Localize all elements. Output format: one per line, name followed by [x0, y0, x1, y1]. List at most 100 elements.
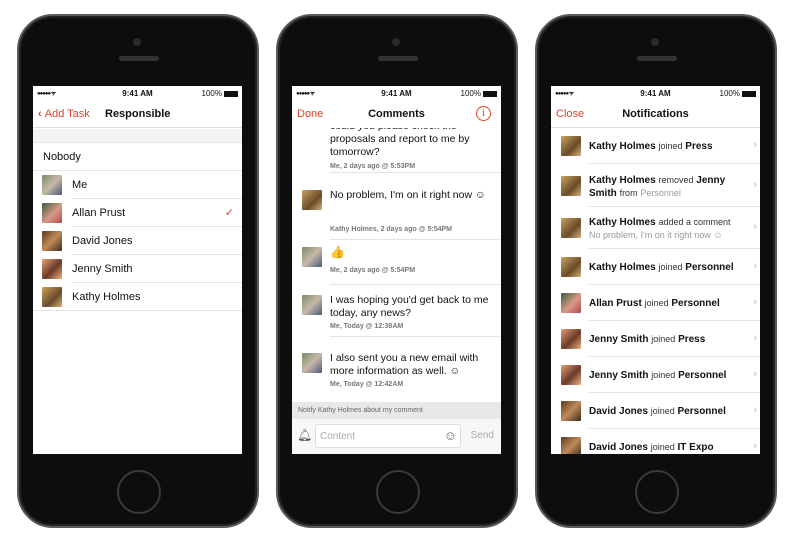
chevron-right-icon: ›: [753, 296, 757, 308]
person-name: Me: [72, 179, 88, 191]
divider: [330, 284, 501, 285]
comment-text: I was hoping you'd get back to me today,…: [330, 294, 489, 319]
person-row[interactable]: Kathy Holmes: [33, 283, 242, 311]
notification-row[interactable]: Kathy Holmes removed Jenny Smith from Pe…: [551, 164, 760, 207]
battery-icon: [742, 90, 756, 97]
notification-row[interactable]: Kathy Holmes added a comment No problem,…: [551, 207, 760, 249]
emoji-icon[interactable]: ☺: [444, 428, 457, 443]
comment-meta: Me, 2 days ago @ 5:54PM: [330, 267, 416, 274]
avatar: [302, 353, 322, 373]
actor: Kathy Holmes: [589, 262, 656, 273]
chevron-right-icon: ›: [753, 440, 757, 452]
verb: joined: [651, 370, 676, 380]
avatar: [561, 437, 581, 454]
comment: could you please check the proposals and…: [292, 128, 501, 174]
notification-row[interactable]: Kathy Holmes joined Personnel ›: [551, 249, 760, 285]
comment-meta: Me, 2 days ago @ 5:53PM: [330, 163, 416, 170]
object: Personnel: [671, 298, 720, 309]
nav-bar: ‹ Add Task Responsible: [33, 100, 242, 128]
comment-text: could you please check the proposals and…: [330, 128, 470, 158]
page-title: Responsible: [105, 108, 171, 120]
screen: ●●●●● ᯤ 9:41 AM 100% ‹ Add Task Responsibl…: [33, 86, 242, 454]
notification-row[interactable]: Allan Prust joined Personnel ›: [551, 285, 760, 321]
verb: joined: [644, 298, 669, 308]
phone-responsible: ●●●●● ᯤ 9:41 AM 100% ‹ Add Task Responsibl…: [17, 14, 259, 528]
avatar: [561, 257, 581, 277]
phone-comments: ●●●●● ᯤ9:41 AM100% Done Comments i could…: [276, 14, 518, 528]
status-bar: ●●●●● ᯤ 9:41 AM 100%: [551, 86, 760, 100]
notification-row[interactable]: Jenny Smith joined Press ›: [551, 321, 760, 357]
notify-toggle[interactable]: Notify Kathy Holmes about my comment: [292, 402, 501, 419]
status-bar: ●●●●● ᯤ 9:41 AM 100%: [292, 86, 501, 100]
camera: [392, 38, 400, 46]
nav-bar: Done Comments i: [292, 100, 501, 128]
comment-meta: Me, Today @ 12:42AM: [330, 381, 404, 388]
home-button[interactable]: [635, 470, 679, 514]
avatar: [42, 259, 62, 279]
person-row[interactable]: Allan Prust ✓: [42, 199, 242, 227]
object: Personnel: [685, 262, 734, 273]
page-title: Comments: [368, 108, 425, 120]
comment: No problem, I'm on it right now ☺ Kathy H…: [292, 183, 501, 243]
notification-text: Allan Prust joined Personnel: [589, 297, 746, 310]
notification-row[interactable]: Jenny Smith joined Personnel ›: [551, 357, 760, 393]
comment: I also sent you a new email with more in…: [292, 346, 501, 402]
avatar: [302, 190, 322, 210]
comment-list[interactable]: could you please check the proposals and…: [292, 128, 501, 402]
actor: David Jones: [589, 442, 648, 453]
comment-meta: Kathy Holmes, 2 days ago @ 5:54PM: [330, 226, 452, 233]
notification-text: David Jones joined IT Expo: [589, 441, 746, 454]
notification-row[interactable]: David Jones joined Personnel ›: [551, 393, 760, 429]
person-name: Jenny Smith: [72, 263, 133, 275]
object: IT Expo: [677, 442, 714, 453]
person-row[interactable]: Jenny Smith: [42, 255, 242, 283]
actor: David Jones: [589, 406, 648, 417]
comment-text: 👍: [330, 245, 345, 259]
actor: Allan Prust: [589, 298, 642, 309]
nav-bar: Close Notifications: [551, 100, 760, 128]
detail: No problem, I'm on it right now ☺: [589, 230, 723, 240]
speaker: [378, 56, 418, 61]
comment-input[interactable]: Content ☺: [315, 424, 461, 448]
notification-text: Kathy Holmes joined Personnel: [589, 261, 746, 274]
avatar: [42, 231, 62, 251]
comment: I was hoping you'd get back to me today,…: [292, 288, 501, 348]
composer: 🔔︎ Content ☺ Send: [292, 419, 501, 454]
object: Press: [678, 334, 706, 345]
home-button[interactable]: [117, 470, 161, 514]
notification-text: Kathy Holmes joined Press: [589, 140, 746, 153]
back-button[interactable]: ‹ Add Task: [38, 108, 90, 120]
comment-text: No problem, I'm on it right now ☺: [330, 189, 486, 201]
battery-icon: [224, 90, 238, 97]
notification-row[interactable]: David Jones joined IT Expo ›: [551, 429, 760, 454]
screen: ●●●●● ᯤ9:41 AM100% Done Comments i could…: [292, 86, 501, 454]
avatar: [561, 401, 581, 421]
home-button[interactable]: [376, 470, 420, 514]
notification-text: Kathy Holmes removed Jenny Smith from Pe…: [589, 174, 746, 200]
page-title: Notifications: [622, 108, 689, 120]
bell-icon[interactable]: 🔔︎: [297, 428, 312, 442]
verb: added a comment: [658, 217, 731, 227]
notification-row[interactable]: Kathy Holmes joined Press ›: [551, 128, 760, 164]
object: Personnel: [677, 406, 726, 417]
chevron-right-icon: ›: [753, 332, 757, 344]
option-nobody[interactable]: Nobody: [33, 143, 242, 171]
person-name: David Jones: [72, 235, 133, 247]
camera: [651, 38, 659, 46]
divider: [330, 336, 501, 337]
avatar: [302, 295, 322, 315]
avatar: [561, 136, 581, 156]
phone-notifications: ●●●●● ᯤ 9:41 AM 100% Close Notifications K…: [535, 14, 777, 528]
send-button[interactable]: Send: [471, 430, 494, 441]
notification-text: Kathy Holmes added a comment No problem,…: [589, 216, 746, 242]
info-icon[interactable]: i: [476, 106, 491, 121]
verb: from: [619, 187, 638, 198]
actor: Kathy Holmes: [589, 174, 656, 186]
person-row[interactable]: David Jones: [42, 227, 242, 255]
battery-icon: [483, 90, 497, 97]
comment-meta: Me, Today @ 12:38AM: [330, 323, 404, 330]
camera: [133, 38, 141, 46]
chevron-right-icon: ›: [753, 368, 757, 380]
status-bar: ●●●●● ᯤ 9:41 AM 100%: [33, 86, 242, 100]
person-row[interactable]: Me: [42, 171, 242, 199]
